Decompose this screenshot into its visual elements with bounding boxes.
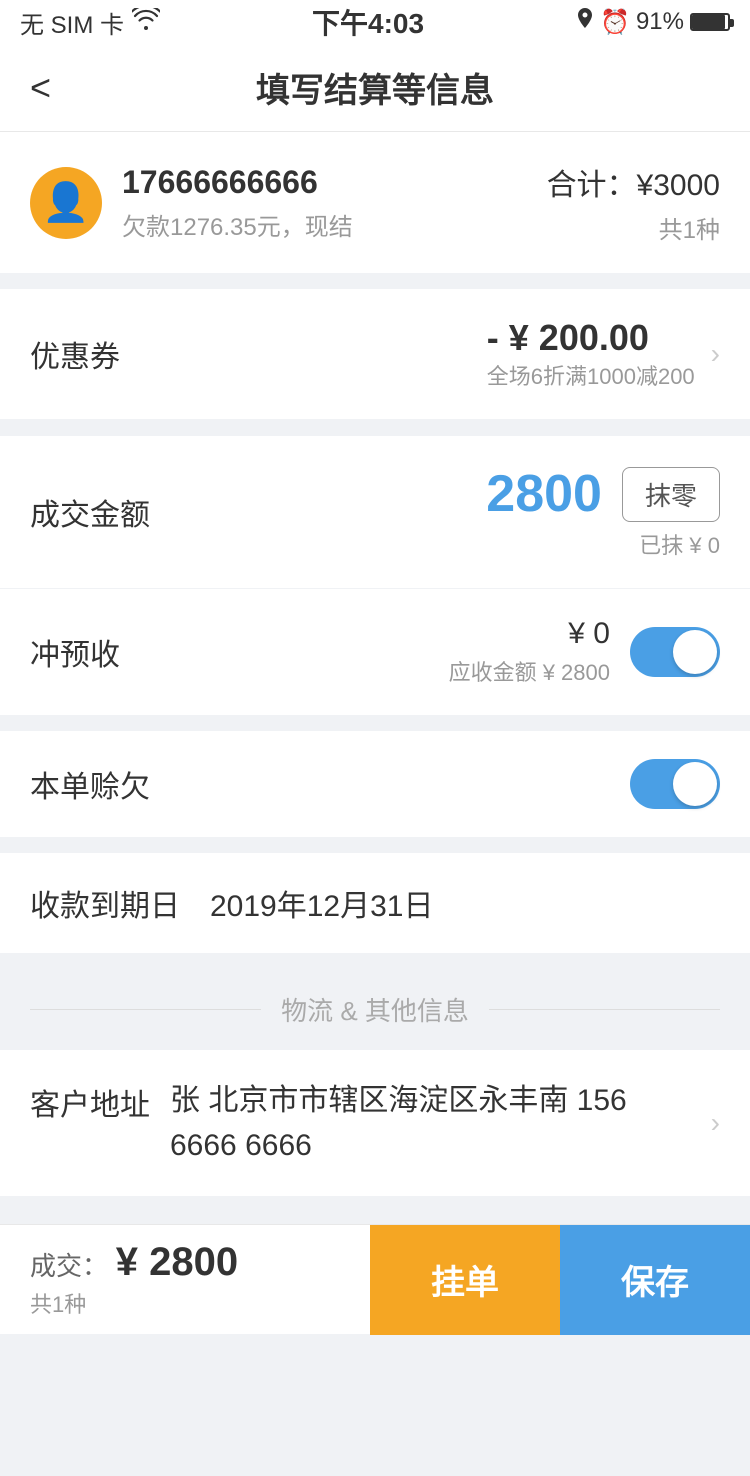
location-icon <box>576 8 594 37</box>
pending-button[interactable]: 挂单 <box>370 1225 560 1335</box>
due-date-label: 收款到期日 <box>30 881 180 925</box>
debt-row: 本单赊欠 <box>0 731 750 837</box>
coupon-amount: - ¥ 200.00 <box>487 317 695 359</box>
prepaid-row: 冲预收 ¥ 0 应收金额 ¥ 2800 <box>0 589 750 715</box>
debt-label: 本单赊欠 <box>30 762 150 806</box>
bottom-left: 成交： ¥ 2800 共1种 <box>0 1240 370 1319</box>
total-amount: 合计：¥3000 <box>547 160 720 204</box>
coupon-right: - ¥ 200.00 全场6折满1000减200 › <box>487 317 720 391</box>
amount-row: 成交金额 2800 抹零 已抹 ¥ 0 <box>0 436 750 589</box>
customer-phone: 17666666666 <box>122 164 353 201</box>
nav-bar: < 填写结算等信息 <box>0 44 750 132</box>
avatar: 👤 <box>30 167 102 239</box>
prepaid-toggle[interactable] <box>630 627 720 677</box>
amount-label: 成交金额 <box>30 490 150 534</box>
prepaid-sub: 应收金额 ¥ 2800 <box>449 655 610 687</box>
amount-section: 成交金额 2800 抹零 已抹 ¥ 0 冲预收 ¥ 0 应收金额 ¥ 2800 <box>0 436 750 715</box>
address-chevron-icon: › <box>711 1107 720 1139</box>
back-button[interactable]: < <box>30 57 61 119</box>
round-off-button[interactable]: 抹零 <box>622 467 720 522</box>
coupon-label: 优惠券 <box>30 332 120 376</box>
wifi-icon <box>132 8 160 37</box>
page-title: 填写结算等信息 <box>256 63 494 112</box>
coupon-chevron-icon: › <box>711 338 720 370</box>
amount-sub: 已抹 ¥ 0 <box>486 528 720 560</box>
due-date-row: 收款到期日 2019年12月31日 <box>0 853 750 953</box>
debt-toggle[interactable] <box>630 759 720 809</box>
address-row[interactable]: 客户地址 张 北京市市辖区海淀区永丰南 156 6666 6666 › <box>0 1050 750 1196</box>
status-bar: 无 SIM 卡 下午4:03 ⏰ 91% <box>0 0 750 44</box>
battery-percent: 91% <box>636 8 684 36</box>
debt-toggle-knob <box>673 762 717 806</box>
bottom-bar: 成交： ¥ 2800 共1种 挂单 保存 <box>0 1224 750 1334</box>
alarm-icon: ⏰ <box>600 8 630 37</box>
prepaid-amount: ¥ 0 <box>449 617 610 651</box>
bottom-trade-count: 共1种 <box>30 1287 340 1319</box>
status-left: 无 SIM 卡 <box>20 5 160 40</box>
bottom-trade-row: 成交： ¥ 2800 <box>30 1240 340 1285</box>
amount-right: 2800 抹零 <box>486 464 720 524</box>
logistics-label: 物流 & 其他信息 <box>281 991 469 1028</box>
customer-info: 17666666666 欠款1276.35元，现结 <box>122 164 353 242</box>
status-time: 下午4:03 <box>312 2 424 42</box>
battery-icon <box>690 13 730 31</box>
bottom-trade-amount: ¥ 2800 <box>116 1240 238 1284</box>
address-value: 张 北京市市辖区海淀区永丰南 156 6666 6666 <box>170 1078 691 1168</box>
logistics-line-left <box>30 1009 261 1010</box>
prepaid-amount-wrap: ¥ 0 应收金额 ¥ 2800 <box>449 617 610 687</box>
avatar-icon: 👤 <box>42 181 89 225</box>
coupon-row[interactable]: 优惠券 - ¥ 200.00 全场6折满1000减200 › <box>0 289 750 420</box>
customer-left: 👤 17666666666 欠款1276.35元，现结 <box>30 164 353 242</box>
address-label: 客户地址 <box>30 1078 150 1124</box>
status-right: ⏰ 91% <box>576 8 730 37</box>
section-divider-2 <box>0 715 750 731</box>
bottom-trade-label: 成交： <box>30 1251 108 1281</box>
prepaid-right: ¥ 0 应收金额 ¥ 2800 <box>449 617 720 687</box>
save-button[interactable]: 保存 <box>560 1225 750 1335</box>
coupon-desc: 全场6折满1000减200 <box>487 359 695 391</box>
total-count: 共1种 <box>547 210 720 245</box>
logistics-divider: 物流 & 其他信息 <box>0 969 750 1050</box>
section-divider-3 <box>0 837 750 853</box>
customer-debt: 欠款1276.35元，现结 <box>122 207 353 242</box>
toggle-knob <box>673 630 717 674</box>
customer-card: 👤 17666666666 欠款1276.35元，现结 合计：¥3000 共1种 <box>0 132 750 273</box>
section-divider-4 <box>0 953 750 969</box>
logistics-line-right <box>489 1009 720 1010</box>
prepaid-label: 冲预收 <box>30 630 120 674</box>
amount-value: 2800 <box>486 464 602 524</box>
customer-right: 合计：¥3000 共1种 <box>547 160 720 245</box>
due-date-value: 2019年12月31日 <box>210 881 433 925</box>
section-divider-1 <box>0 420 750 436</box>
carrier-label: 无 SIM 卡 <box>20 5 124 40</box>
